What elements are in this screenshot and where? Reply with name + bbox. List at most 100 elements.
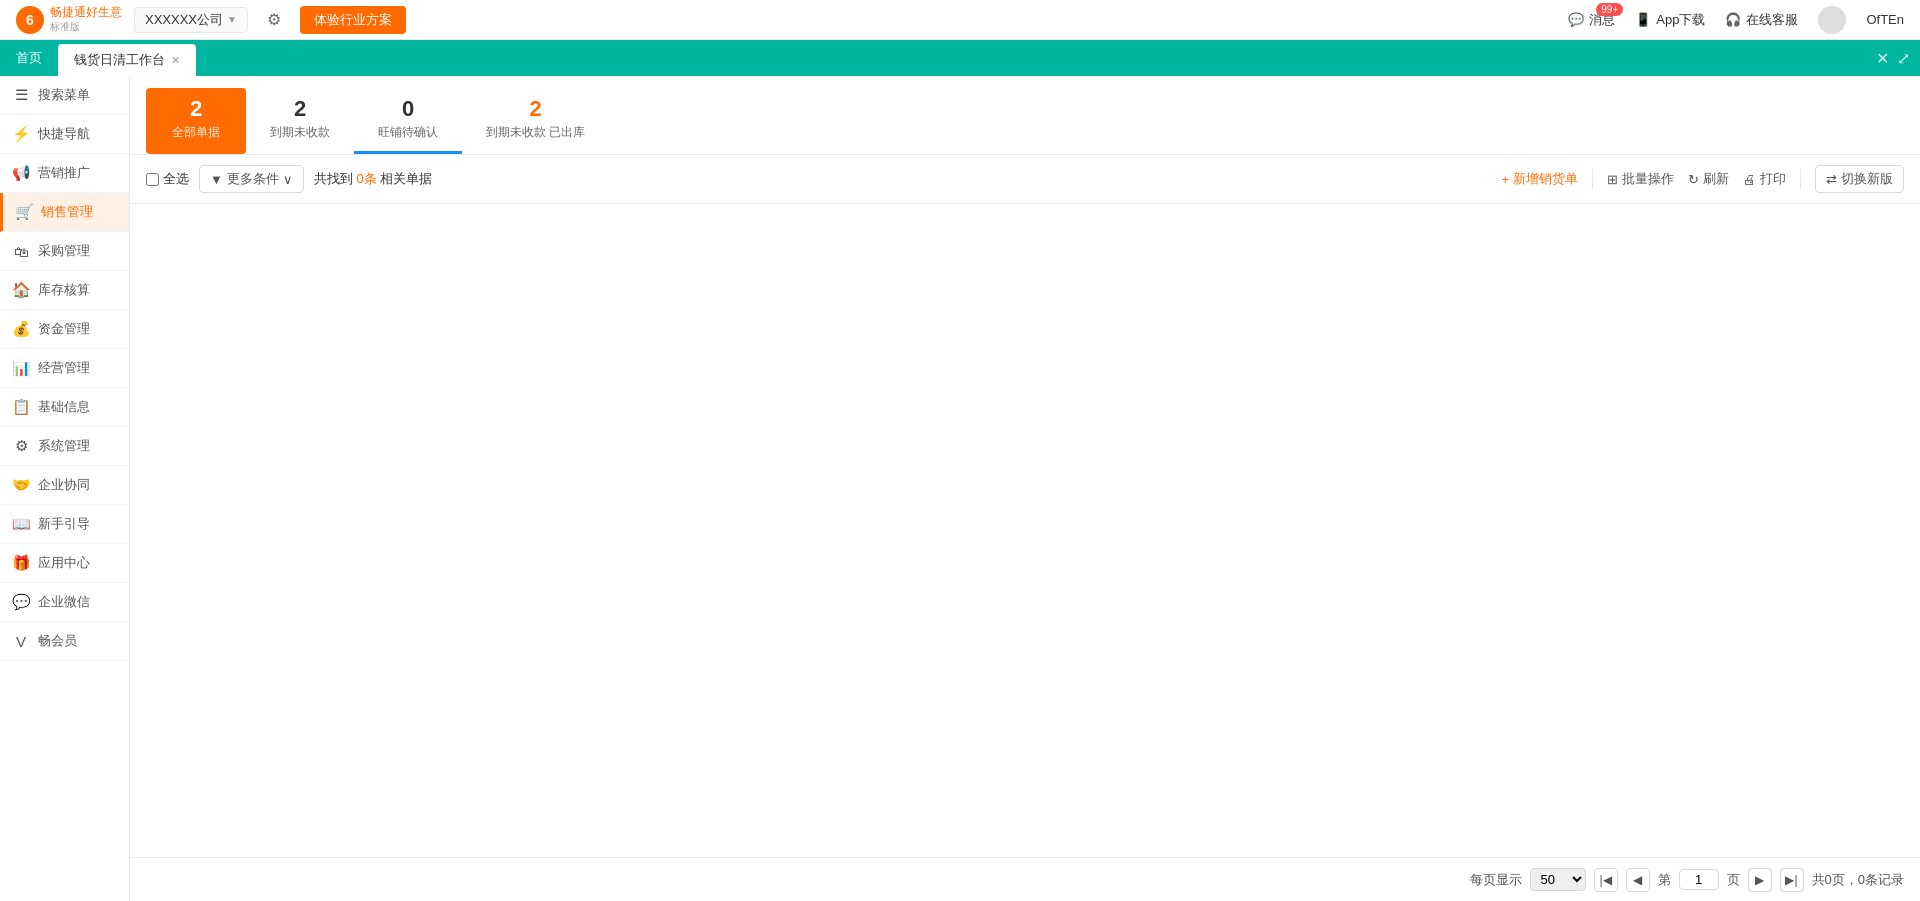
- quick-nav-icon: ⚡: [12, 125, 30, 143]
- operations-icon: 📊: [12, 359, 30, 377]
- online-service-button[interactable]: 🎧 在线客服: [1725, 11, 1798, 29]
- chevron-down-icon: ▼: [227, 14, 237, 25]
- sidebar-item-inventory[interactable]: 🏠 库存核算: [0, 271, 129, 310]
- filter-tab-all[interactable]: 2 全部单据: [146, 88, 246, 154]
- sidebar-item-search-menu[interactable]: ☰ 搜索菜单: [0, 76, 129, 115]
- service-icon: 🎧: [1725, 12, 1741, 27]
- filter-icon: ▼: [210, 172, 223, 187]
- sidebar-finance-label: 资金管理: [38, 320, 90, 338]
- sidebar-item-system[interactable]: ⚙ 系统管理: [0, 427, 129, 466]
- company-name: XXXXXX公司: [145, 11, 223, 29]
- refresh-icon: ↻: [1688, 172, 1699, 187]
- filter-tab-all-count: 2: [190, 96, 202, 122]
- maximize-icon[interactable]: ⤢: [1897, 49, 1910, 68]
- sidebar-app-center-label: 应用中心: [38, 554, 90, 572]
- page-prefix-label: 第: [1658, 871, 1671, 889]
- search-menu-icon: ☰: [12, 86, 30, 104]
- chevron-filter-icon: ∨: [283, 172, 293, 187]
- batch-operation-button[interactable]: ⊞ 批量操作: [1607, 170, 1674, 188]
- sidebar-search-label: 搜索菜单: [38, 86, 90, 104]
- filter-tab-wangpu[interactable]: 0 旺铺待确认: [354, 88, 462, 154]
- batch-btn-label: 批量操作: [1622, 170, 1674, 188]
- found-info: 共找到 0条 相关单据: [314, 170, 432, 188]
- page-number-input[interactable]: [1679, 869, 1719, 890]
- close-tab-icon[interactable]: ✕: [171, 54, 180, 67]
- sidebar-item-basic-info[interactable]: 📋 基础信息: [0, 388, 129, 427]
- sidebar-wechat-label: 企业微信: [38, 593, 90, 611]
- online-service-label: 在线客服: [1746, 11, 1798, 29]
- switch-btn-label: 切换新版: [1841, 170, 1893, 188]
- sales-icon: 🛒: [15, 203, 33, 221]
- username: OfTEn: [1866, 12, 1904, 27]
- filter-btn-label: 更多条件: [227, 170, 279, 188]
- content-area: 2 全部单据 2 到期未收款 0 旺铺待确认 2 到期未收款 已出库 全选: [130, 76, 1920, 901]
- add-sales-order-button[interactable]: + 新增销货单: [1501, 170, 1578, 188]
- avatar[interactable]: [1818, 6, 1846, 34]
- sidebar: ☰ 搜索菜单 ⚡ 快捷导航 📢 营销推广 🛒 销售管理 🛍 采购管理 🏠 库存核…: [0, 76, 130, 901]
- sidebar-basic-info-label: 基础信息: [38, 398, 90, 416]
- select-all-label: 全选: [163, 170, 189, 188]
- sidebar-item-guide[interactable]: 📖 新手引导: [0, 505, 129, 544]
- page-suffix-label: 页: [1727, 871, 1740, 889]
- tab-workbench[interactable]: 钱货日清工作台 ✕: [58, 44, 196, 76]
- message-badge: 99+: [1596, 3, 1623, 16]
- sidebar-item-operations[interactable]: 📊 经营管理: [0, 349, 129, 388]
- sidebar-item-sales[interactable]: 🛒 销售管理: [0, 193, 129, 232]
- sidebar-item-marketing[interactable]: 📢 营销推广: [0, 154, 129, 193]
- add-btn-label: 新增销货单: [1513, 170, 1578, 188]
- gear-icon: ⚙: [267, 10, 281, 29]
- batch-icon: ⊞: [1607, 172, 1618, 187]
- filter-tabs: 2 全部单据 2 到期未收款 0 旺铺待确认 2 到期未收款 已出库: [130, 76, 1920, 155]
- try-plan-button[interactable]: 体验行业方案: [300, 6, 406, 34]
- header-left: 6 畅捷通好生意 标准版 XXXXXX公司 ▼ ⚙ 体验行业方案: [16, 5, 406, 35]
- divider-2: [1800, 169, 1801, 189]
- next-page-button[interactable]: ▶: [1748, 868, 1772, 892]
- company-selector[interactable]: XXXXXX公司 ▼: [134, 7, 248, 33]
- filter-tab-wangpu-label: 旺铺待确认: [378, 124, 438, 141]
- first-page-button[interactable]: |◀: [1594, 868, 1618, 892]
- download-icon: 📱: [1635, 12, 1651, 27]
- sidebar-item-enterprise[interactable]: 🤝 企业协同: [0, 466, 129, 505]
- sidebar-item-app-center[interactable]: 🎁 应用中心: [0, 544, 129, 583]
- sidebar-enterprise-label: 企业协同: [38, 476, 90, 494]
- switch-version-button[interactable]: ⇄ 切换新版: [1815, 165, 1904, 193]
- sidebar-item-finance[interactable]: 💰 资金管理: [0, 310, 129, 349]
- sidebar-quick-nav-label: 快捷导航: [38, 125, 90, 143]
- filter-tab-shipped-count: 2: [530, 96, 542, 122]
- prev-page-button[interactable]: ◀: [1626, 868, 1650, 892]
- sidebar-item-purchase[interactable]: 🛍 采购管理: [0, 232, 129, 271]
- sidebar-item-quick-nav[interactable]: ⚡ 快捷导航: [0, 115, 129, 154]
- app-download-button[interactable]: 📱 App下载: [1635, 11, 1705, 29]
- logo-icon: 6: [16, 6, 44, 34]
- print-btn-label: 打印: [1760, 170, 1786, 188]
- more-filter-button[interactable]: ▼ 更多条件 ∨: [199, 165, 304, 193]
- close-window-icon[interactable]: ✕: [1876, 49, 1889, 68]
- member-icon: V: [12, 633, 30, 650]
- inventory-icon: 🏠: [12, 281, 30, 299]
- found-count: 0条: [357, 171, 377, 186]
- logo-text-block: 畅捷通好生意 标准版: [50, 5, 122, 35]
- system-icon: ⚙: [12, 437, 30, 455]
- nav-tabs: 首页 钱货日清工作台 ✕ ✕ ⤢: [0, 40, 1920, 76]
- refresh-button[interactable]: ↻ 刷新: [1688, 170, 1729, 188]
- print-button[interactable]: 🖨 打印: [1743, 170, 1786, 188]
- sidebar-item-wechat[interactable]: 💬 企业微信: [0, 583, 129, 622]
- filter-tab-shipped[interactable]: 2 到期未收款 已出库: [462, 88, 609, 154]
- select-all-checkbox[interactable]: 全选: [146, 170, 189, 188]
- select-all-input[interactable]: [146, 173, 159, 186]
- tab-home[interactable]: 首页: [0, 40, 58, 76]
- sidebar-purchase-label: 采购管理: [38, 242, 90, 260]
- toolbar: 全选 ▼ 更多条件 ∨ 共找到 0条 相关单据 + 新增销货单: [130, 155, 1920, 204]
- per-page-select[interactable]: 50 100 200: [1530, 868, 1586, 891]
- enterprise-icon: 🤝: [12, 476, 30, 494]
- sidebar-sales-label: 销售管理: [41, 203, 93, 221]
- last-page-button[interactable]: ▶|: [1780, 868, 1804, 892]
- total-records-label: 共0页，0条记录: [1812, 871, 1904, 889]
- sidebar-item-member[interactable]: V 畅会员: [0, 622, 129, 661]
- guide-icon: 📖: [12, 515, 30, 533]
- main-layout: ☰ 搜索菜单 ⚡ 快捷导航 📢 营销推广 🛒 销售管理 🛍 采购管理 🏠 库存核…: [0, 76, 1920, 901]
- filter-tab-overdue[interactable]: 2 到期未收款: [246, 88, 354, 154]
- message-button[interactable]: 💬 消息 99+: [1568, 11, 1615, 29]
- tab-home-label: 首页: [16, 49, 42, 67]
- settings-button[interactable]: ⚙: [260, 6, 288, 34]
